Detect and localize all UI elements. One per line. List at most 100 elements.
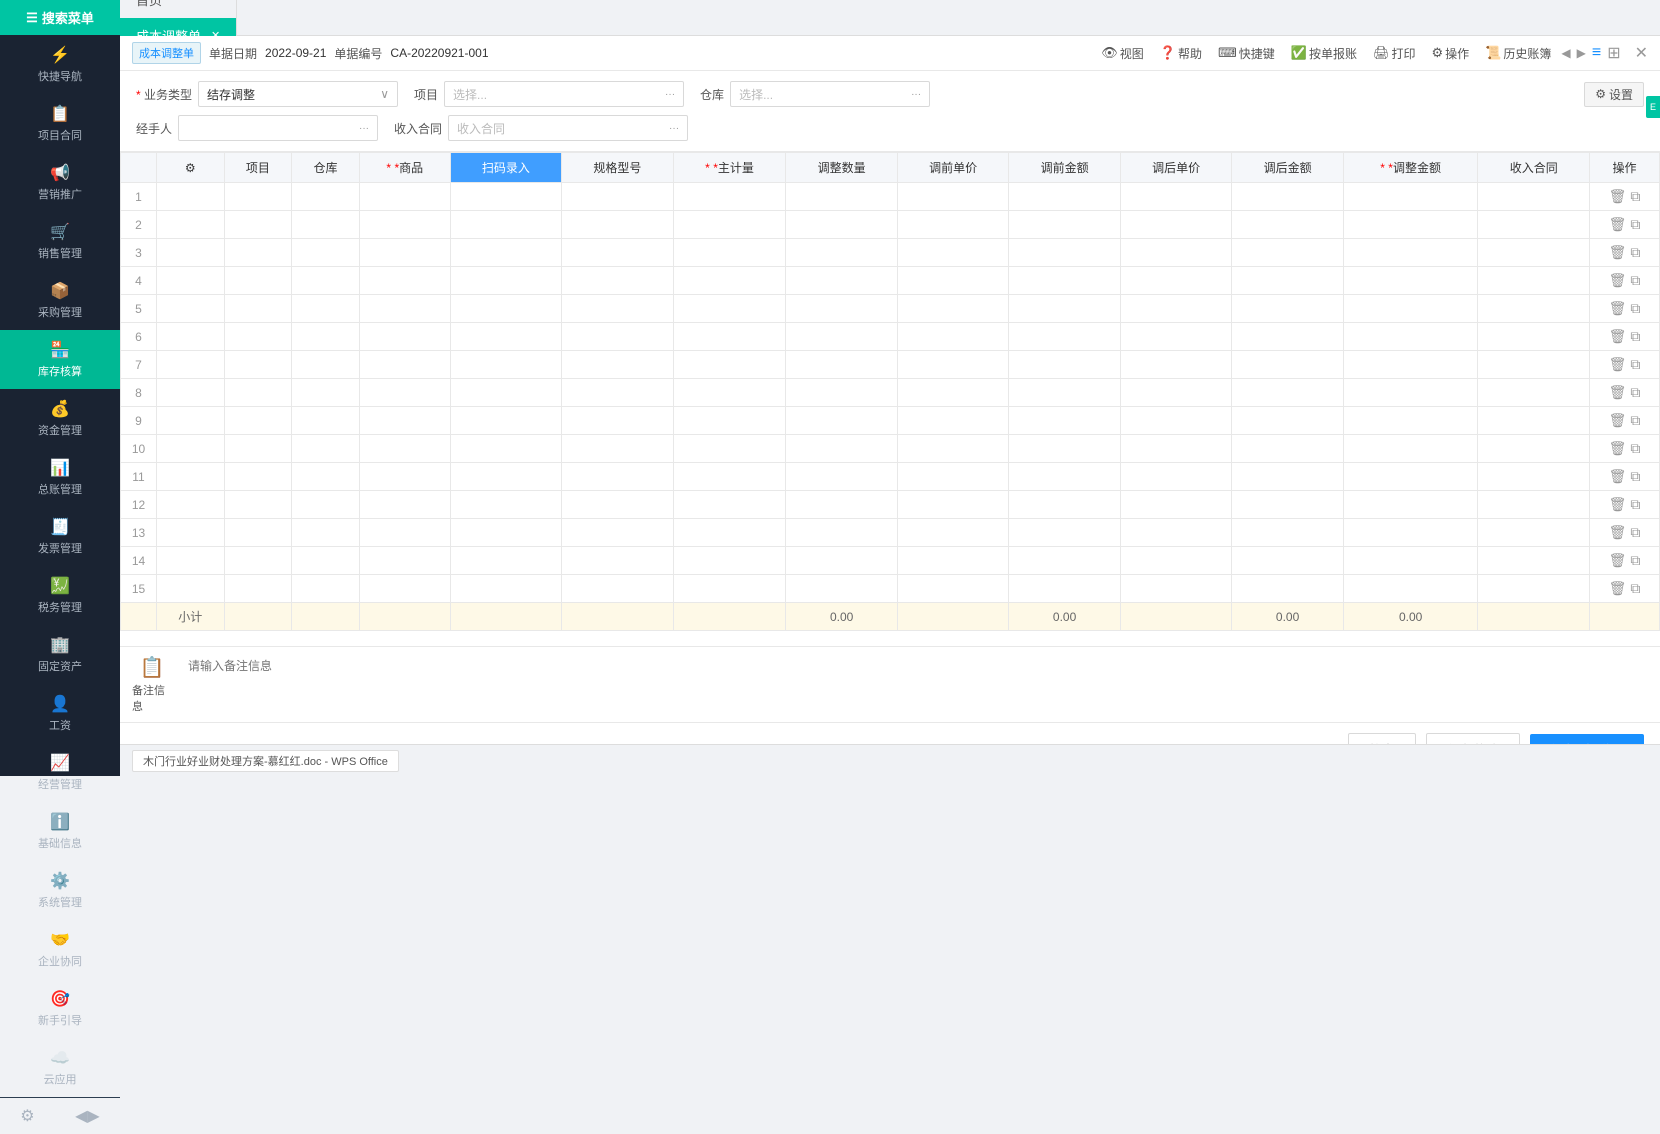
delete-btn-4[interactable]: 🗑: [1609, 272, 1627, 289]
copy-btn-2[interactable]: ⧉: [1630, 216, 1640, 233]
copy-btn-6[interactable]: ⧉: [1630, 328, 1640, 345]
copy-btn-14[interactable]: ⧉: [1630, 552, 1640, 569]
delete-btn-15[interactable]: 🗑: [1609, 580, 1627, 597]
note-input[interactable]: [184, 655, 1648, 677]
sidebar-item-invoice[interactable]: 🧾发票管理: [0, 507, 120, 566]
delete-btn-2[interactable]: 🗑: [1609, 216, 1627, 233]
delete-btn-7[interactable]: 🗑: [1609, 356, 1627, 373]
sidebar-logo[interactable]: ☰ 搜索菜单: [0, 0, 120, 35]
table-row[interactable]: 12🗑⧉: [121, 491, 1660, 519]
business-type-input[interactable]: 结存调整 ∨: [198, 81, 398, 107]
toolbar-btn-review[interactable]: ✅按单报账: [1287, 43, 1361, 64]
table-row[interactable]: 14🗑⧉: [121, 547, 1660, 575]
sidebar-item-tax[interactable]: 💹税务管理: [0, 566, 120, 625]
sidebar-item-purchase[interactable]: 📦采购管理: [0, 271, 120, 330]
sidebar-item-marketing[interactable]: 📢营销推广: [0, 153, 120, 212]
business-type-value: 结存调整: [207, 86, 255, 103]
sidebar-item-system[interactable]: ⚙️系统管理: [0, 861, 120, 920]
copy-btn-11[interactable]: ⧉: [1630, 468, 1640, 485]
delete-btn-10[interactable]: 🗑: [1609, 440, 1627, 457]
toolbar-btn-history[interactable]: 📜历史账簿: [1481, 43, 1555, 64]
settings-btn[interactable]: ⚙ 设置: [1584, 82, 1644, 107]
row-num-5: 5: [121, 295, 157, 323]
delete-btn-6[interactable]: 🗑: [1609, 328, 1627, 345]
copy-btn-3[interactable]: ⧉: [1630, 244, 1640, 261]
table-row[interactable]: 10🗑⧉: [121, 435, 1660, 463]
edge-btn-1[interactable]: E: [1646, 96, 1660, 118]
business-type-label: 业务类型: [136, 86, 192, 103]
project-input[interactable]: 选择... ···: [444, 81, 684, 107]
delete-btn-9[interactable]: 🗑: [1609, 412, 1627, 429]
sidebar-item-cloud[interactable]: ☁️云应用: [0, 1038, 120, 1097]
sidebar-item-payroll[interactable]: 👤工资: [0, 684, 120, 743]
table-row[interactable]: 3🗑⧉: [121, 239, 1660, 267]
delete-btn-11[interactable]: 🗑: [1609, 468, 1627, 485]
table-row[interactable]: 6🗑⧉: [121, 323, 1660, 351]
delete-btn-12[interactable]: 🗑: [1609, 496, 1627, 513]
copy-btn-5[interactable]: ⧉: [1630, 300, 1640, 317]
warehouse-input[interactable]: 选择... ···: [730, 81, 930, 107]
sidebar-item-cooperation[interactable]: 🤝企业协同: [0, 920, 120, 979]
quick-nav-icon: ⚡: [50, 45, 70, 65]
sidebar-item-assets[interactable]: 🏢固定资产: [0, 625, 120, 684]
cell-after-price-6: [1120, 323, 1231, 351]
sidebar-item-quick-nav[interactable]: ⚡快捷导航: [0, 35, 120, 94]
settings-bottom-icon[interactable]: ⚙: [20, 1106, 34, 1126]
delete-btn-14[interactable]: 🗑: [1609, 552, 1627, 569]
collapse-icon[interactable]: ◀▶: [75, 1106, 100, 1126]
table-row[interactable]: 11🗑⧉: [121, 463, 1660, 491]
toolbar-btn-hotkey[interactable]: ⌨快捷键: [1214, 43, 1279, 64]
table-row[interactable]: 5 🗑⧉: [121, 295, 1660, 323]
view-grid-btn[interactable]: ⊞: [1607, 43, 1620, 63]
sidebar-item-ledger[interactable]: 📊总账管理: [0, 448, 120, 507]
toolbar-btn-operation[interactable]: ⚙操作: [1428, 43, 1474, 64]
cell-before-amount-13: [1009, 519, 1120, 547]
table-row[interactable]: 4🗑⧉: [121, 267, 1660, 295]
copy-btn-10[interactable]: ⧉: [1630, 440, 1640, 457]
table-row[interactable]: 9🗑⧉: [121, 407, 1660, 435]
delete-btn-1[interactable]: 🗑: [1609, 188, 1627, 205]
sidebar-item-basic-info[interactable]: ℹ️基础信息: [0, 802, 120, 861]
copy-btn-15[interactable]: ⧉: [1630, 580, 1640, 597]
copy-btn-8[interactable]: ⧉: [1630, 384, 1640, 401]
table-row[interactable]: 15🗑⧉: [121, 575, 1660, 603]
toolbar-btn-help[interactable]: ❓帮助: [1156, 43, 1206, 64]
note-icon-area[interactable]: 📋 备注信息: [132, 655, 172, 714]
copy-btn-12[interactable]: ⧉: [1630, 496, 1640, 513]
handler-input[interactable]: ···: [178, 115, 378, 141]
cell-setting-7: [157, 351, 225, 379]
delete-btn-13[interactable]: 🗑: [1609, 524, 1627, 541]
cell-after-price-1: [1120, 183, 1231, 211]
sidebar-item-finance[interactable]: 💰资金管理: [0, 389, 120, 448]
copy-btn-13[interactable]: ⧉: [1630, 524, 1640, 541]
copy-btn-7[interactable]: ⧉: [1630, 356, 1640, 373]
copy-btn-9[interactable]: ⧉: [1630, 412, 1640, 429]
sidebar-item-operations[interactable]: 📈经营管理: [0, 743, 120, 802]
sidebar-item-guide[interactable]: 🎯新手引导: [0, 979, 120, 1038]
sidebar-item-sales[interactable]: 🛒销售管理: [0, 212, 120, 271]
sidebar-item-inventory[interactable]: 🏪库存核算: [0, 330, 120, 389]
col-header-setting[interactable]: ⚙: [157, 153, 225, 183]
delete-btn-3[interactable]: 🗑: [1609, 244, 1627, 261]
table-row[interactable]: 1🗑⧉: [121, 183, 1660, 211]
copy-btn-1[interactable]: ⧉: [1630, 188, 1640, 205]
income-contract-input[interactable]: 收入合同 ···: [448, 115, 688, 141]
delete-btn-8[interactable]: 🗑: [1609, 384, 1627, 401]
table-row[interactable]: 2🗑⧉: [121, 211, 1660, 239]
sidebar-item-project-contract[interactable]: 📋项目合同: [0, 94, 120, 153]
toolbar-btn-print[interactable]: 🖨打印: [1369, 43, 1420, 64]
table-row[interactable]: 7🗑⧉: [121, 351, 1660, 379]
table-row[interactable]: 8🗑⧉: [121, 379, 1660, 407]
taskbar-item[interactable]: 木门行业好业财处理方案-慕红红.doc - WPS Office: [132, 750, 399, 772]
cell-product-7: [359, 351, 450, 379]
cell-adjust-qty-14: [786, 547, 897, 575]
copy-btn-4[interactable]: ⧉: [1630, 272, 1640, 289]
nav-prev-btn[interactable]: ◀: [1561, 46, 1570, 60]
cell-adjust-amount-14: [1343, 547, 1478, 575]
table-row[interactable]: 13🗑⧉: [121, 519, 1660, 547]
view-list-btn[interactable]: ≡: [1592, 44, 1601, 62]
delete-btn-5[interactable]: 🗑: [1609, 300, 1627, 317]
nav-next-btn[interactable]: ▶: [1577, 46, 1586, 60]
toolbar-btn-view[interactable]: 👁视图: [1097, 43, 1148, 64]
tab-home[interactable]: 首页: [120, 0, 237, 18]
